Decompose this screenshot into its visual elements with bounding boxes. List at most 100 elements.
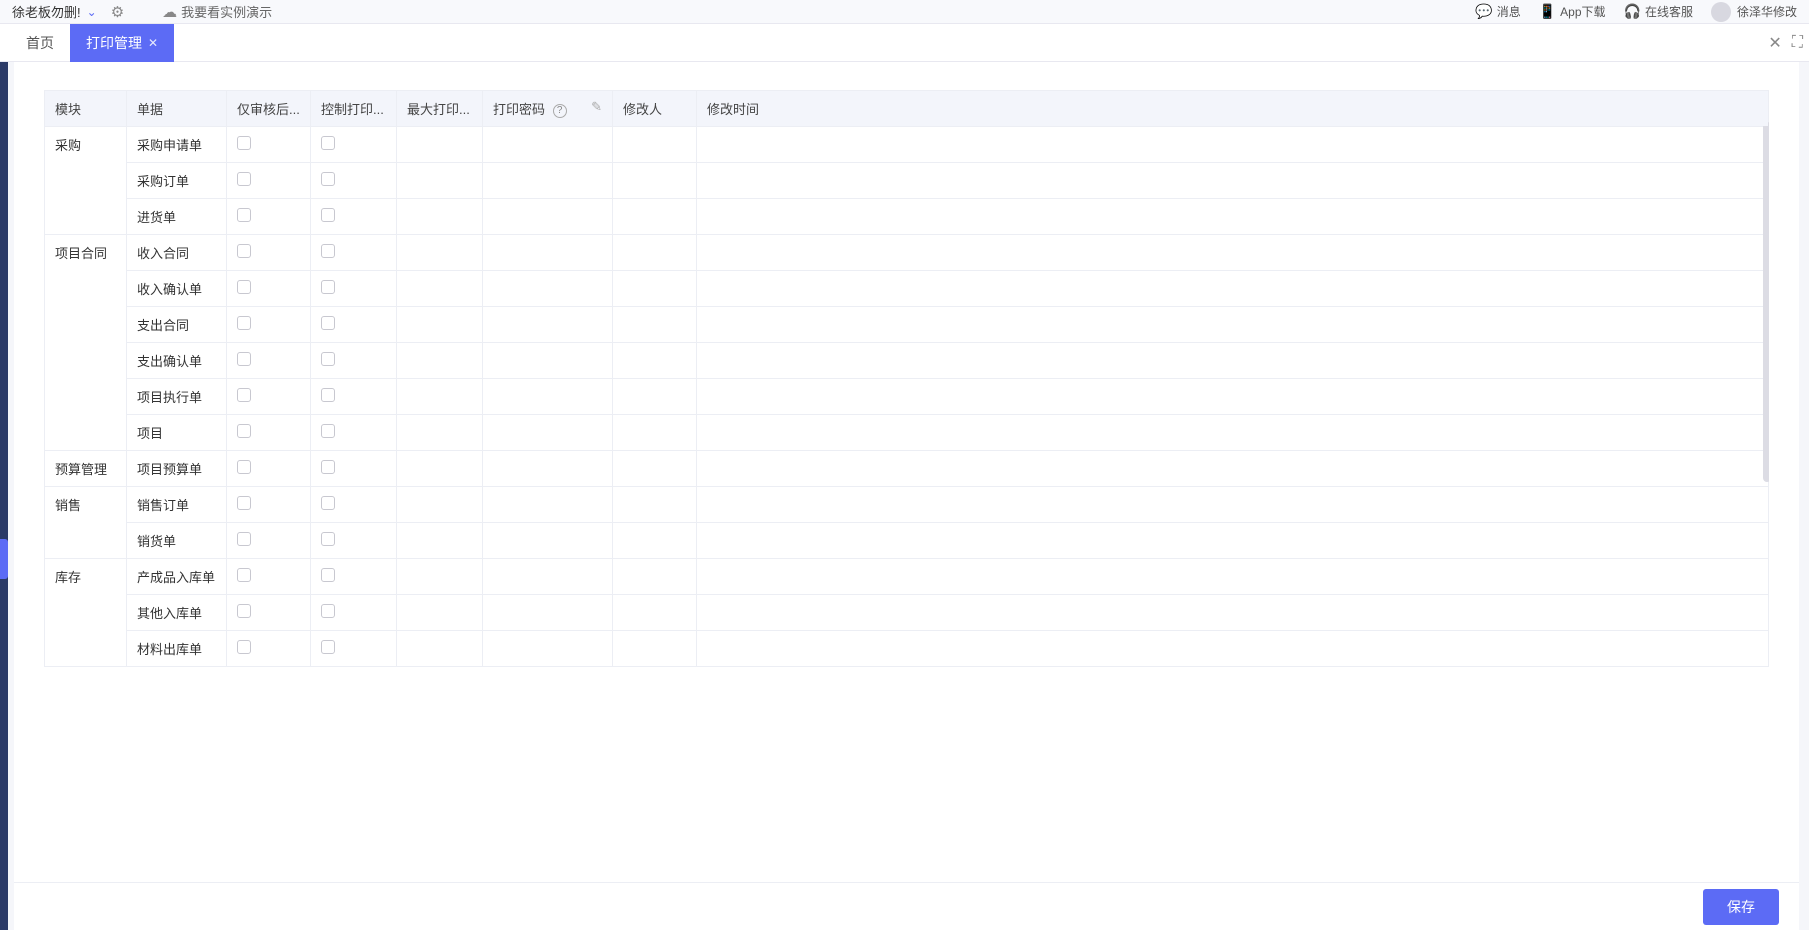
table-row: 库存产成品入库单 (45, 559, 1769, 595)
table-container: 模块 单据 仅审核后... 控制打印... 最大打印... 打印密码 ? ✎ 修… (44, 90, 1769, 882)
cell-modify-time (697, 595, 1769, 631)
cell-max-print (397, 595, 483, 631)
checkbox[interactable] (237, 424, 251, 438)
cell-modifier (613, 379, 697, 415)
cloud-icon: ☁ (162, 3, 177, 21)
checkbox[interactable] (321, 568, 335, 582)
cell-max-print (397, 451, 483, 487)
close-icon[interactable]: ✕ (148, 36, 158, 50)
cell-max-print (397, 235, 483, 271)
edit-icon[interactable]: ✎ (591, 99, 602, 115)
checkbox[interactable] (321, 244, 335, 258)
cell-print-password (483, 559, 613, 595)
table-row: 销售销售订单 (45, 487, 1769, 523)
cell-doc: 收入确认单 (127, 271, 227, 307)
checkbox[interactable] (321, 388, 335, 402)
th-modifier: 修改人 (613, 91, 697, 127)
checkbox[interactable] (237, 496, 251, 510)
checkbox[interactable] (321, 136, 335, 150)
checkbox[interactable] (237, 604, 251, 618)
cell-modify-time (697, 451, 1769, 487)
cell-doc: 其他入库单 (127, 595, 227, 631)
tab-home[interactable]: 首页 (10, 24, 70, 62)
demo-link[interactable]: ☁ 我要看实例演示 (162, 2, 272, 21)
app-download-link[interactable]: 📱 App下载 (1539, 3, 1606, 20)
checkbox[interactable] (237, 136, 251, 150)
avatar (1711, 2, 1731, 22)
checkbox[interactable] (237, 640, 251, 654)
cell-modify-time (697, 307, 1769, 343)
cell-modify-time (697, 271, 1769, 307)
checkbox[interactable] (237, 316, 251, 330)
cell-max-print (397, 163, 483, 199)
cell-doc: 采购订单 (127, 163, 227, 199)
checkbox[interactable] (237, 280, 251, 294)
cell-control-print (311, 415, 397, 451)
checkbox[interactable] (321, 496, 335, 510)
cell-control-print (311, 199, 397, 235)
cell-max-print (397, 343, 483, 379)
cell-control-print (311, 523, 397, 559)
cell-modifier (613, 415, 697, 451)
demo-link-label: 我要看实例演示 (181, 2, 272, 21)
cell-doc: 销售订单 (127, 487, 227, 523)
cell-module: 项目合同 (45, 235, 127, 451)
help-icon[interactable]: ? (553, 104, 567, 118)
checkbox[interactable] (237, 244, 251, 258)
checkbox[interactable] (321, 640, 335, 654)
table-row: 支出确认单 (45, 343, 1769, 379)
checkbox[interactable] (321, 280, 335, 294)
cell-doc: 产成品入库单 (127, 559, 227, 595)
online-service-link[interactable]: 🎧 在线客服 (1624, 3, 1693, 20)
checkbox[interactable] (237, 352, 251, 366)
table-scrollbar[interactable] (1763, 122, 1769, 482)
gear-icon[interactable]: ⚙ (111, 3, 124, 21)
cell-print-password (483, 307, 613, 343)
cell-control-print (311, 379, 397, 415)
checkbox[interactable] (321, 424, 335, 438)
cell-audit-only (227, 235, 311, 271)
cell-modify-time (697, 379, 1769, 415)
table-row: 采购订单 (45, 163, 1769, 199)
cell-audit-only (227, 199, 311, 235)
checkbox[interactable] (321, 460, 335, 474)
checkbox[interactable] (237, 460, 251, 474)
close-all-tabs-icon[interactable]: ✕ (1768, 33, 1781, 53)
left-edge-strip (0, 0, 8, 930)
save-button[interactable]: 保存 (1703, 889, 1779, 925)
company-selector[interactable]: 徐老板勿删! ⌄ (12, 2, 97, 21)
tabs-row: 首页 打印管理 ✕ ✕ ⛶ (0, 24, 1809, 62)
cell-print-password (483, 235, 613, 271)
tab-print-management[interactable]: 打印管理 ✕ (70, 24, 174, 62)
checkbox[interactable] (237, 208, 251, 222)
sidebar-expand-handle[interactable] (0, 539, 8, 579)
table-row: 材料出库单 (45, 631, 1769, 667)
fullscreen-icon[interactable]: ⛶ (1792, 34, 1803, 52)
checkbox[interactable] (321, 316, 335, 330)
cell-print-password (483, 595, 613, 631)
checkbox[interactable] (237, 172, 251, 186)
checkbox[interactable] (237, 568, 251, 582)
cell-print-password (483, 631, 613, 667)
cell-print-password (483, 343, 613, 379)
main-panel: 模块 单据 仅审核后... 控制打印... 最大打印... 打印密码 ? ✎ 修… (14, 62, 1799, 882)
th-control-print: 控制打印... (311, 91, 397, 127)
checkbox[interactable] (321, 532, 335, 546)
messages-link[interactable]: 💬 消息 (1475, 3, 1520, 20)
table-row: 项目 (45, 415, 1769, 451)
checkbox[interactable] (237, 532, 251, 546)
cell-audit-only (227, 631, 311, 667)
th-modify-time: 修改时间 (697, 91, 1769, 127)
checkbox[interactable] (237, 388, 251, 402)
cell-print-password (483, 271, 613, 307)
cell-control-print (311, 451, 397, 487)
cell-doc: 支出确认单 (127, 343, 227, 379)
checkbox[interactable] (321, 208, 335, 222)
cell-modifier (613, 523, 697, 559)
user-menu[interactable]: 徐泽华修改 (1711, 2, 1797, 22)
checkbox[interactable] (321, 172, 335, 186)
checkbox[interactable] (321, 604, 335, 618)
checkbox[interactable] (321, 352, 335, 366)
cell-control-print (311, 559, 397, 595)
th-module: 模块 (45, 91, 127, 127)
